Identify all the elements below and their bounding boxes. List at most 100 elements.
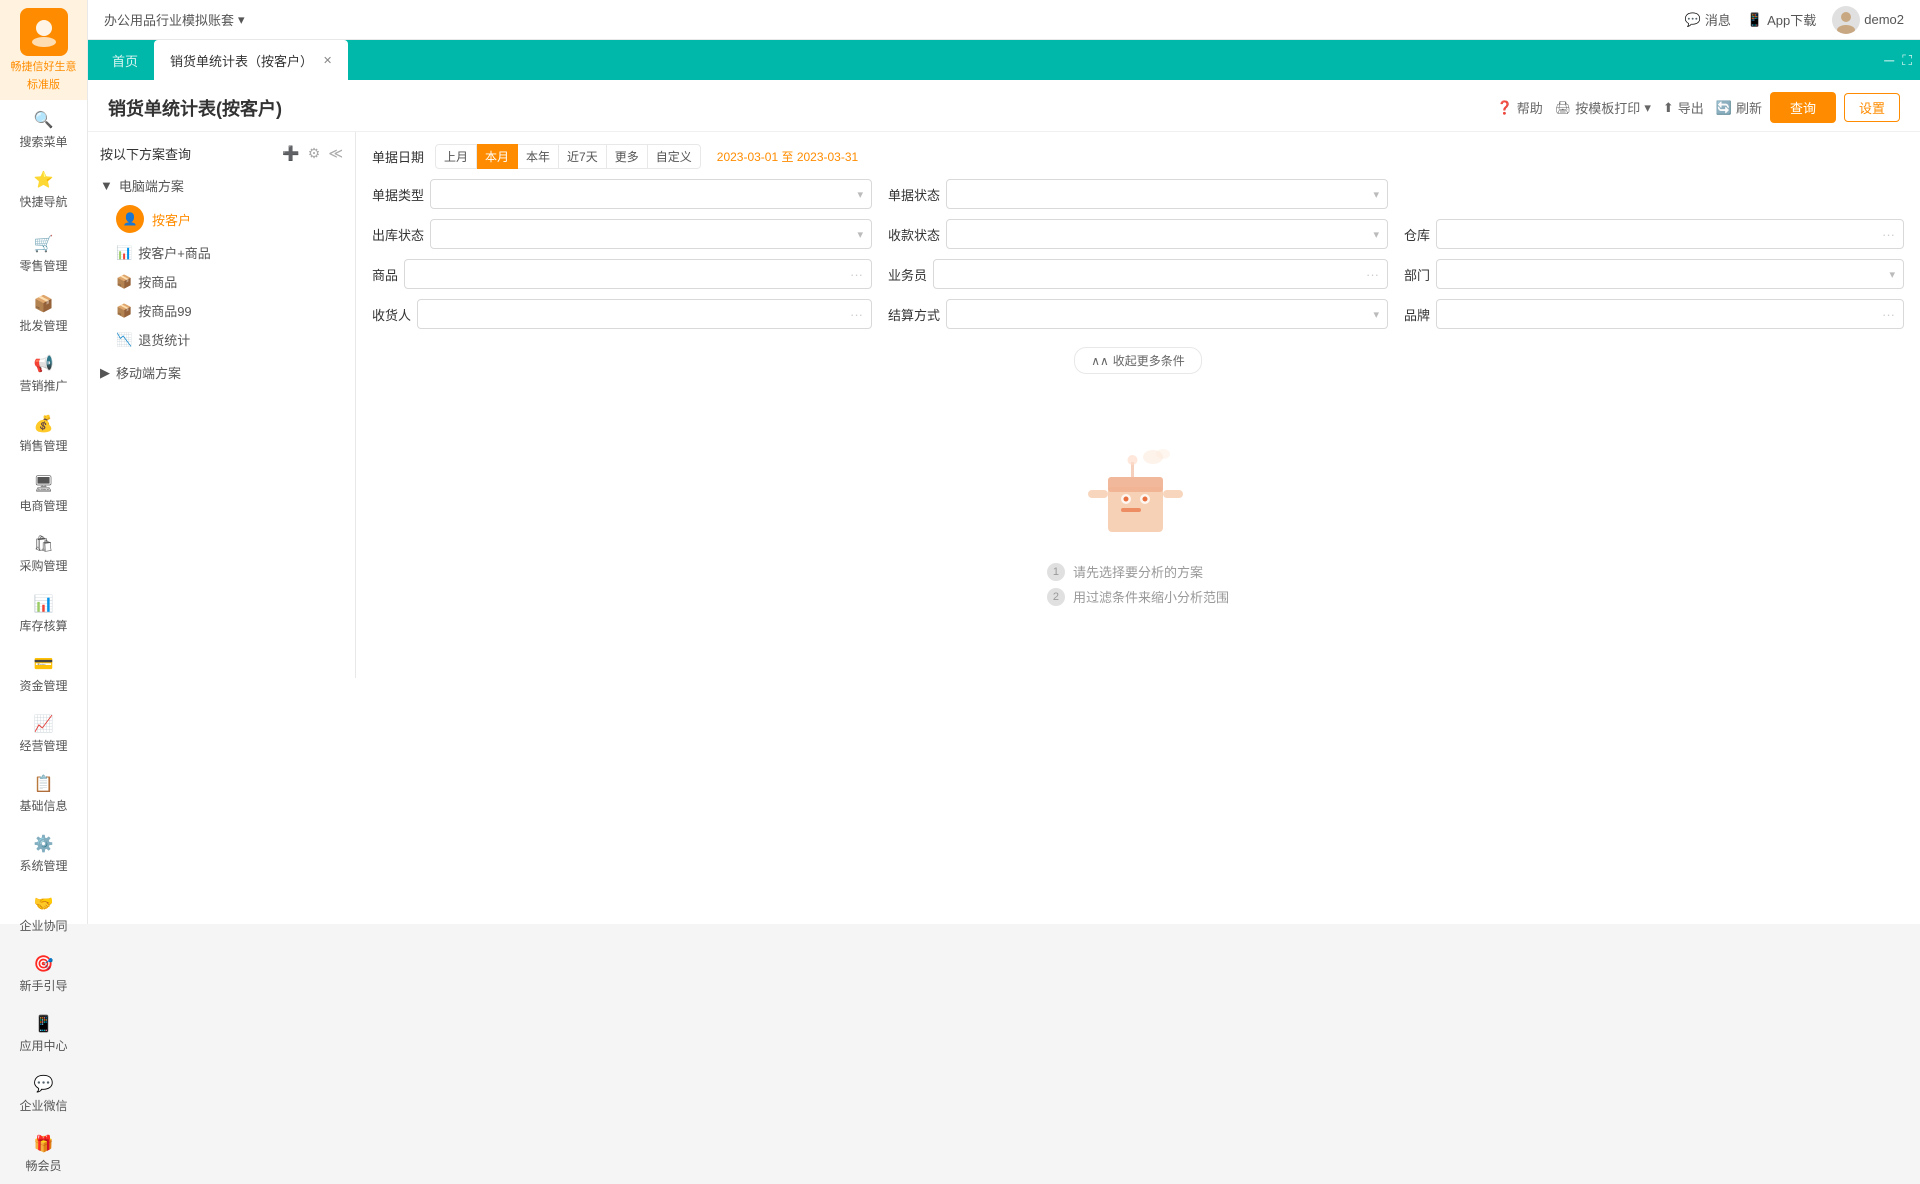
tab-home[interactable]: 首页 [96, 40, 154, 80]
sidebar-item-search-menu[interactable]: 🔍 搜索菜单 [0, 100, 87, 160]
sidebar-item-enterprise-wechat[interactable]: 💬 企业微信 [0, 1064, 87, 1124]
sidebar-item-base-info[interactable]: 📋 基础信息 [0, 764, 87, 824]
sidebar-item-retail[interactable]: 🛒 零售管理 [0, 224, 87, 284]
print-icon: 🖨 [1555, 100, 1572, 116]
department-caret-icon: ▾ [1889, 268, 1895, 281]
retail-icon: 🛒 [34, 234, 54, 254]
sidebar-item-inventory[interactable]: 📊 库存核算 [0, 584, 87, 644]
sidebar-item-purchase[interactable]: 🛍 采购管理 [0, 524, 87, 584]
query-button[interactable]: 查询 [1770, 92, 1836, 123]
empty-tip-1: 1 请先选择要分析的方案 [1047, 562, 1229, 581]
add-scheme-icon[interactable]: ➕ [282, 145, 299, 162]
avatar [1832, 6, 1860, 34]
date-tab-this-year[interactable]: 本年 [518, 144, 559, 169]
payment-status-control[interactable]: ▾ [946, 219, 1388, 249]
by-customer-icon: 👤 [123, 212, 138, 226]
payment-status-label: 收款状态 [888, 225, 940, 244]
message-btn[interactable]: 💬 消息 [1685, 10, 1731, 29]
sidebar-item-wholesale[interactable]: 📦 批发管理 [0, 284, 87, 344]
workspace-selector[interactable]: 办公用品行业模拟账套 ▾ [104, 10, 245, 29]
sidebar-item-member[interactable]: 🎁 畅会员 [0, 1124, 87, 1184]
goods-control[interactable]: ··· [404, 259, 872, 289]
user-profile[interactable]: demo2 [1832, 6, 1904, 34]
tab-home-label: 首页 [112, 51, 138, 70]
settle-method-control[interactable]: ▾ [946, 299, 1388, 329]
topbar-right: 💬 消息 📱 App下载 demo2 [1685, 6, 1904, 34]
brand-control[interactable]: ··· [1436, 299, 1904, 329]
settings-button[interactable]: 设置 [1844, 93, 1900, 122]
workspace-label: 办公用品行业模拟账套 [104, 10, 234, 29]
tab-close-icon[interactable]: ✕ [323, 54, 332, 67]
collapse-panel-icon[interactable]: ≪ [328, 145, 343, 162]
sidebar-item-new-guide[interactable]: 🎯 新手引导 [0, 944, 87, 1004]
sidebar-item-cooperation[interactable]: 🤝 企业协同 [0, 884, 87, 944]
tab-minimize-btn[interactable]: ─ [1884, 52, 1894, 68]
scheme-panel-header: 按以下方案查询 ➕ ⚙ ≪ [88, 140, 355, 171]
export-label: 导出 [1678, 98, 1704, 117]
warehouse-control[interactable]: ··· [1436, 219, 1904, 249]
sidebar-item-app-center[interactable]: 📱 应用中心 [0, 1004, 87, 1064]
warehouse-ellipsis-icon: ··· [1882, 227, 1895, 242]
logo-text: 畅捷信好生意 [11, 58, 77, 74]
salesman-ellipsis-icon: ··· [1366, 267, 1379, 282]
main-area: 办公用品行业模拟账套 ▾ 💬 消息 📱 App下载 demo2 首页 [88, 0, 1920, 924]
department-control[interactable]: ▾ [1436, 259, 1904, 289]
sidebar-item-operations[interactable]: 📈 经营管理 [0, 704, 87, 764]
sidebar-item-system[interactable]: ⚙️ 系统管理 [0, 824, 87, 884]
edit-scheme-icon[interactable]: ⚙ [308, 145, 321, 162]
date-tab-custom[interactable]: 自定义 [648, 144, 701, 169]
receiver-control[interactable]: ··· [417, 299, 872, 329]
doc-type-filter: 单据类型 ▾ [372, 179, 872, 209]
return-stat-icon: 📉 [116, 332, 132, 348]
two-panel: 按以下方案查询 ➕ ⚙ ≪ ▼ 电脑端方案 👤 [88, 132, 1920, 678]
empty-state: 1 请先选择要分析的方案 2 用过滤条件来缩小分析范围 [372, 382, 1904, 666]
doc-type-control[interactable]: ▾ [430, 179, 872, 209]
scheme-panel-icons: ➕ ⚙ ≪ [282, 145, 343, 162]
scheme-return-stat[interactable]: 📉 退货统计 [88, 325, 355, 354]
sidebar-item-label: 批发管理 [19, 317, 67, 334]
sales-icon: 💰 [34, 414, 54, 434]
collapse-more-row: ∧∧ 收起更多条件 [372, 339, 1904, 382]
salesman-control[interactable]: ··· [933, 259, 1388, 289]
desktop-scheme-group[interactable]: ▼ 电脑端方案 [88, 171, 355, 200]
date-tab-last7days[interactable]: 近7天 [559, 144, 607, 169]
tip2-num: 2 [1047, 588, 1065, 606]
salesman-filter: 业务员 ··· [888, 259, 1388, 289]
date-tab-this-month[interactable]: 本月 [477, 144, 518, 169]
date-tab-more[interactable]: 更多 [607, 144, 648, 169]
doc-status-control[interactable]: ▾ [946, 179, 1388, 209]
help-btn[interactable]: ❓ 帮助 [1497, 98, 1543, 117]
scheme-by-customer-goods[interactable]: 📊 按客户+商品 [88, 238, 355, 267]
warehouse-filter: 仓库 ··· [1404, 219, 1904, 249]
cooperation-icon: 🤝 [34, 894, 54, 914]
scheme-by-customer[interactable]: 👤 按客户 [88, 200, 355, 238]
by-customer-label: 按客户 [152, 210, 191, 229]
tab-sales-stat[interactable]: 销货单统计表（按客户） ✕ [154, 40, 348, 80]
receiver-filter: 收货人 ··· [372, 299, 872, 329]
out-status-control[interactable]: ▾ [430, 219, 872, 249]
workspace-dropdown-icon: ▾ [238, 12, 245, 28]
finance-icon: 💳 [34, 654, 54, 674]
refresh-btn[interactable]: 🔄 刷新 [1716, 98, 1762, 117]
export-btn[interactable]: ⬆ 导出 [1663, 98, 1704, 117]
tab-maximize-btn[interactable]: ⛶ [1902, 52, 1912, 69]
collapse-more-btn[interactable]: ∧∧ 收起更多条件 [1074, 347, 1202, 374]
print-btn[interactable]: 🖨 按模板打印 ▾ [1555, 98, 1651, 117]
app-download-btn[interactable]: 📱 App下载 [1747, 10, 1816, 29]
doc-status-label: 单据状态 [888, 185, 940, 204]
system-icon: ⚙️ [34, 834, 54, 854]
by-goods99-label: 按商品99 [138, 301, 191, 320]
ecommerce-icon: 🖥 [33, 474, 53, 494]
mobile-scheme-group[interactable]: ▶ 移动端方案 [88, 358, 355, 387]
sidebar-item-sales[interactable]: 💰 销售管理 [0, 404, 87, 464]
print-dropdown-icon: ▾ [1644, 100, 1651, 116]
filter-result-panel: 单据日期 上月 本月 本年 近7天 更多 自定义 2023-03-01 至 20… [356, 132, 1920, 678]
sidebar-item-quick-nav[interactable]: ⭐ 快捷导航 [0, 160, 87, 220]
sidebar-item-marketing[interactable]: 📢 营销推广 [0, 344, 87, 404]
date-tab-last-month[interactable]: 上月 [435, 144, 477, 169]
sidebar-item-finance[interactable]: 💳 资金管理 [0, 644, 87, 704]
scheme-by-goods[interactable]: 📦 按商品 [88, 267, 355, 296]
sidebar-item-ecommerce[interactable]: 🖥 电商管理 [0, 464, 87, 524]
payment-status-caret-icon: ▾ [1373, 228, 1379, 241]
scheme-by-goods99[interactable]: 📦 按商品99 [88, 296, 355, 325]
